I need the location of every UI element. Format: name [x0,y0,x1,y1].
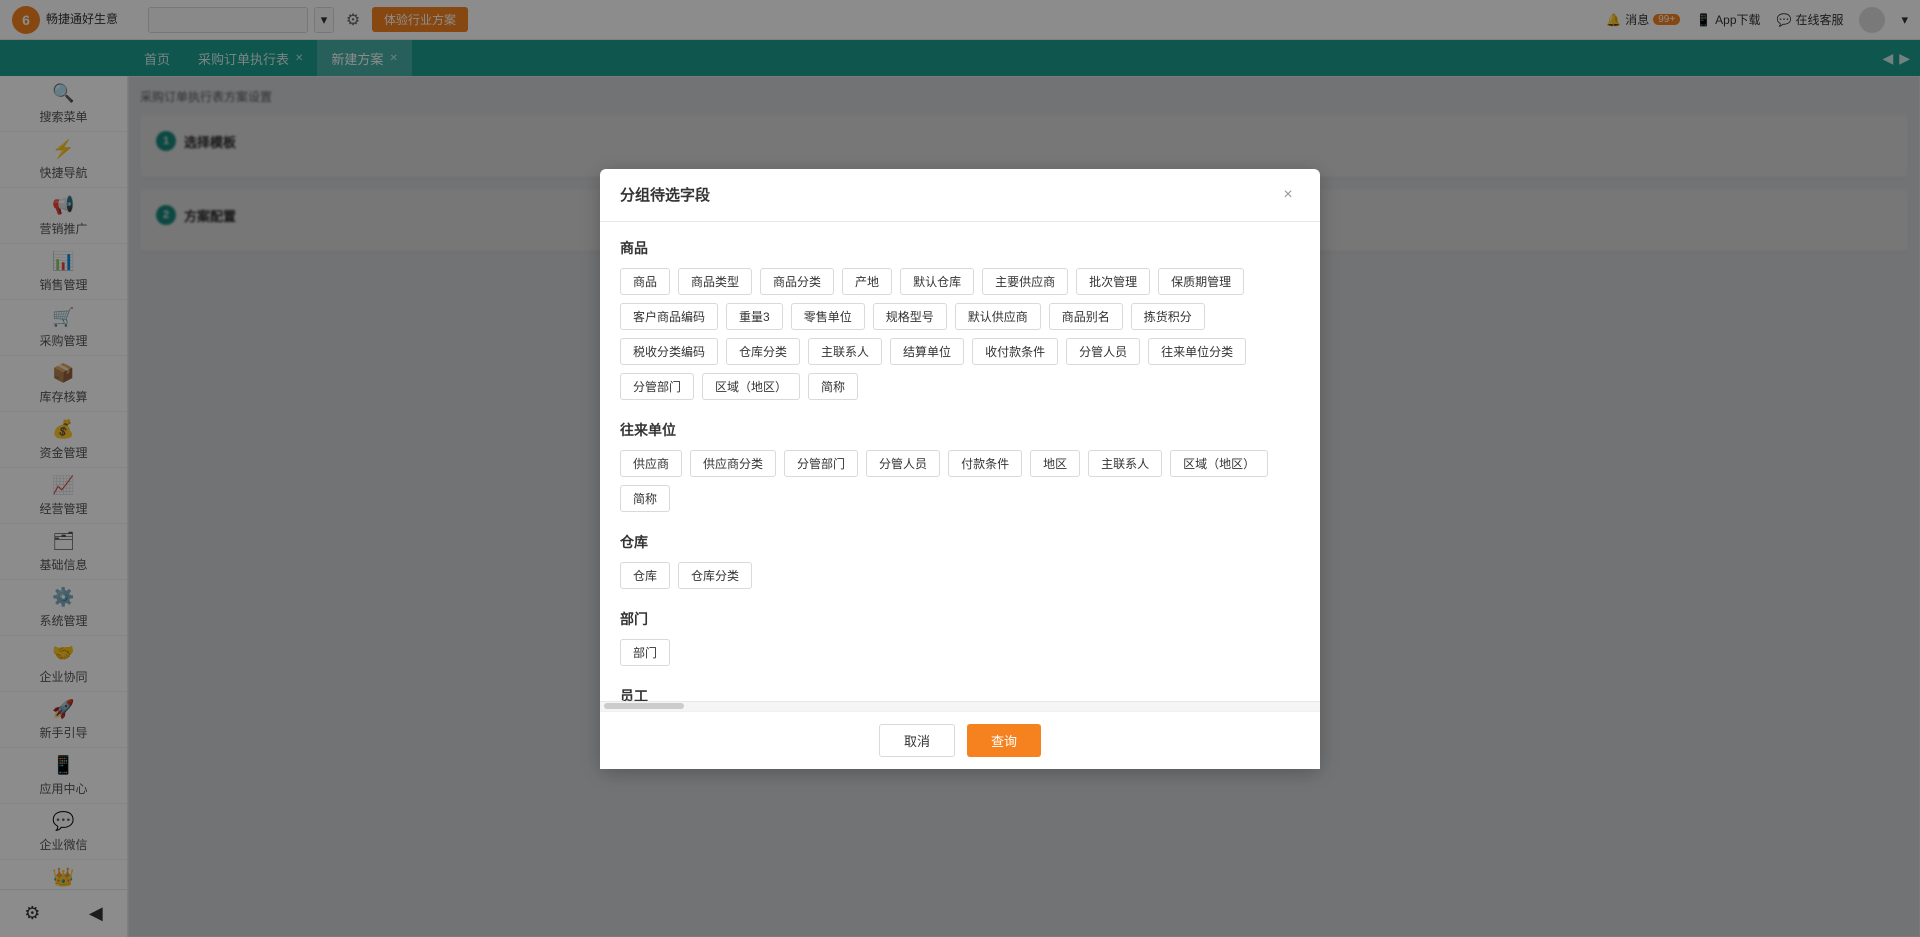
field-tag-0-15[interactable]: 税收分类编码 [620,338,718,365]
field-tag-0-1[interactable]: 商品类型 [678,268,752,295]
field-tag-0-4[interactable]: 默认仓库 [900,268,974,295]
field-tag-2-0[interactable]: 仓库 [620,562,670,589]
field-group-title-4: 员工 [620,686,1300,701]
field-tag-0-24[interactable]: 简称 [808,373,858,400]
field-tag-0-6[interactable]: 批次管理 [1076,268,1150,295]
field-tag-1-5[interactable]: 地区 [1030,450,1080,477]
field-group-title-3: 部门 [620,609,1300,629]
field-tags-2: 仓库仓库分类 [620,562,1300,589]
field-tag-0-9[interactable]: 重量3 [726,303,783,330]
field-tag-0-10[interactable]: 零售单位 [791,303,865,330]
field-group-3: 部门部门 [620,609,1300,666]
modal-header: 分组待选字段 × [600,169,1320,222]
field-tags-1: 供应商供应商分类分管部门分管人员付款条件地区主联系人区域（地区） 简称 [620,450,1300,512]
field-tag-1-3[interactable]: 分管人员 [866,450,940,477]
field-tag-0-17[interactable]: 主联系人 [808,338,882,365]
field-tag-0-20[interactable]: 分管人员 [1066,338,1140,365]
field-tag-1-8[interactable]: 简称 [620,485,670,512]
field-group-title-0: 商品 [620,238,1300,258]
confirm-button[interactable]: 查询 [967,724,1041,757]
field-tag-0-11[interactable]: 规格型号 [873,303,947,330]
modal-backdrop: 分组待选字段 × 商品商品商品类型商品分类产地默认仓库主要供应商批次管理保质期管… [0,0,1920,937]
hscroll-thumb [604,703,684,709]
modal-close-button[interactable]: × [1276,183,1300,207]
field-tag-1-6[interactable]: 主联系人 [1088,450,1162,477]
field-tags-3: 部门 [620,639,1300,666]
field-tag-0-14[interactable]: 拣货积分 [1131,303,1205,330]
field-select-modal: 分组待选字段 × 商品商品商品类型商品分类产地默认仓库主要供应商批次管理保质期管… [600,169,1320,769]
field-tag-0-7[interactable]: 保质期管理 [1158,268,1244,295]
field-tag-0-21[interactable]: 往来单位分类 [1148,338,1246,365]
field-tag-2-1[interactable]: 仓库分类 [678,562,752,589]
field-group-1: 往来单位供应商供应商分类分管部门分管人员付款条件地区主联系人区域（地区） 简称 [620,420,1300,512]
field-tag-1-7[interactable]: 区域（地区） [1170,450,1268,477]
field-tag-0-3[interactable]: 产地 [842,268,892,295]
field-tag-1-2[interactable]: 分管部门 [784,450,858,477]
field-tag-0-8[interactable]: 客户商品编码 [620,303,718,330]
modal-title: 分组待选字段 [620,184,710,205]
field-tag-0-22[interactable]: 分管部门 [620,373,694,400]
field-group-0: 商品商品商品类型商品分类产地默认仓库主要供应商批次管理保质期管理客户商品编码重量… [620,238,1300,400]
modal-horizontal-scrollbar[interactable] [600,701,1320,711]
field-group-title-2: 仓库 [620,532,1300,552]
field-tag-0-16[interactable]: 仓库分类 [726,338,800,365]
field-tag-0-0[interactable]: 商品 [620,268,670,295]
field-tag-0-19[interactable]: 收付款条件 [972,338,1058,365]
field-tag-0-13[interactable]: 商品别名 [1049,303,1123,330]
field-group-4: 员工业务员 [620,686,1300,701]
field-tag-1-1[interactable]: 供应商分类 [690,450,776,477]
modal-footer: 取消 查询 [600,711,1320,769]
field-tag-3-0[interactable]: 部门 [620,639,670,666]
field-tag-0-12[interactable]: 默认供应商 [955,303,1041,330]
field-tag-1-0[interactable]: 供应商 [620,450,682,477]
field-group-2: 仓库仓库仓库分类 [620,532,1300,589]
field-tag-1-4[interactable]: 付款条件 [948,450,1022,477]
modal-body[interactable]: 商品商品商品类型商品分类产地默认仓库主要供应商批次管理保质期管理客户商品编码重量… [600,222,1320,701]
field-tag-0-5[interactable]: 主要供应商 [982,268,1068,295]
field-tag-0-23[interactable]: 区域（地区） [702,373,800,400]
field-tags-0: 商品商品类型商品分类产地默认仓库主要供应商批次管理保质期管理客户商品编码重量3 零… [620,268,1300,400]
cancel-button[interactable]: 取消 [879,724,955,757]
field-tag-0-18[interactable]: 结算单位 [890,338,964,365]
field-tag-0-2[interactable]: 商品分类 [760,268,834,295]
field-group-title-1: 往来单位 [620,420,1300,440]
